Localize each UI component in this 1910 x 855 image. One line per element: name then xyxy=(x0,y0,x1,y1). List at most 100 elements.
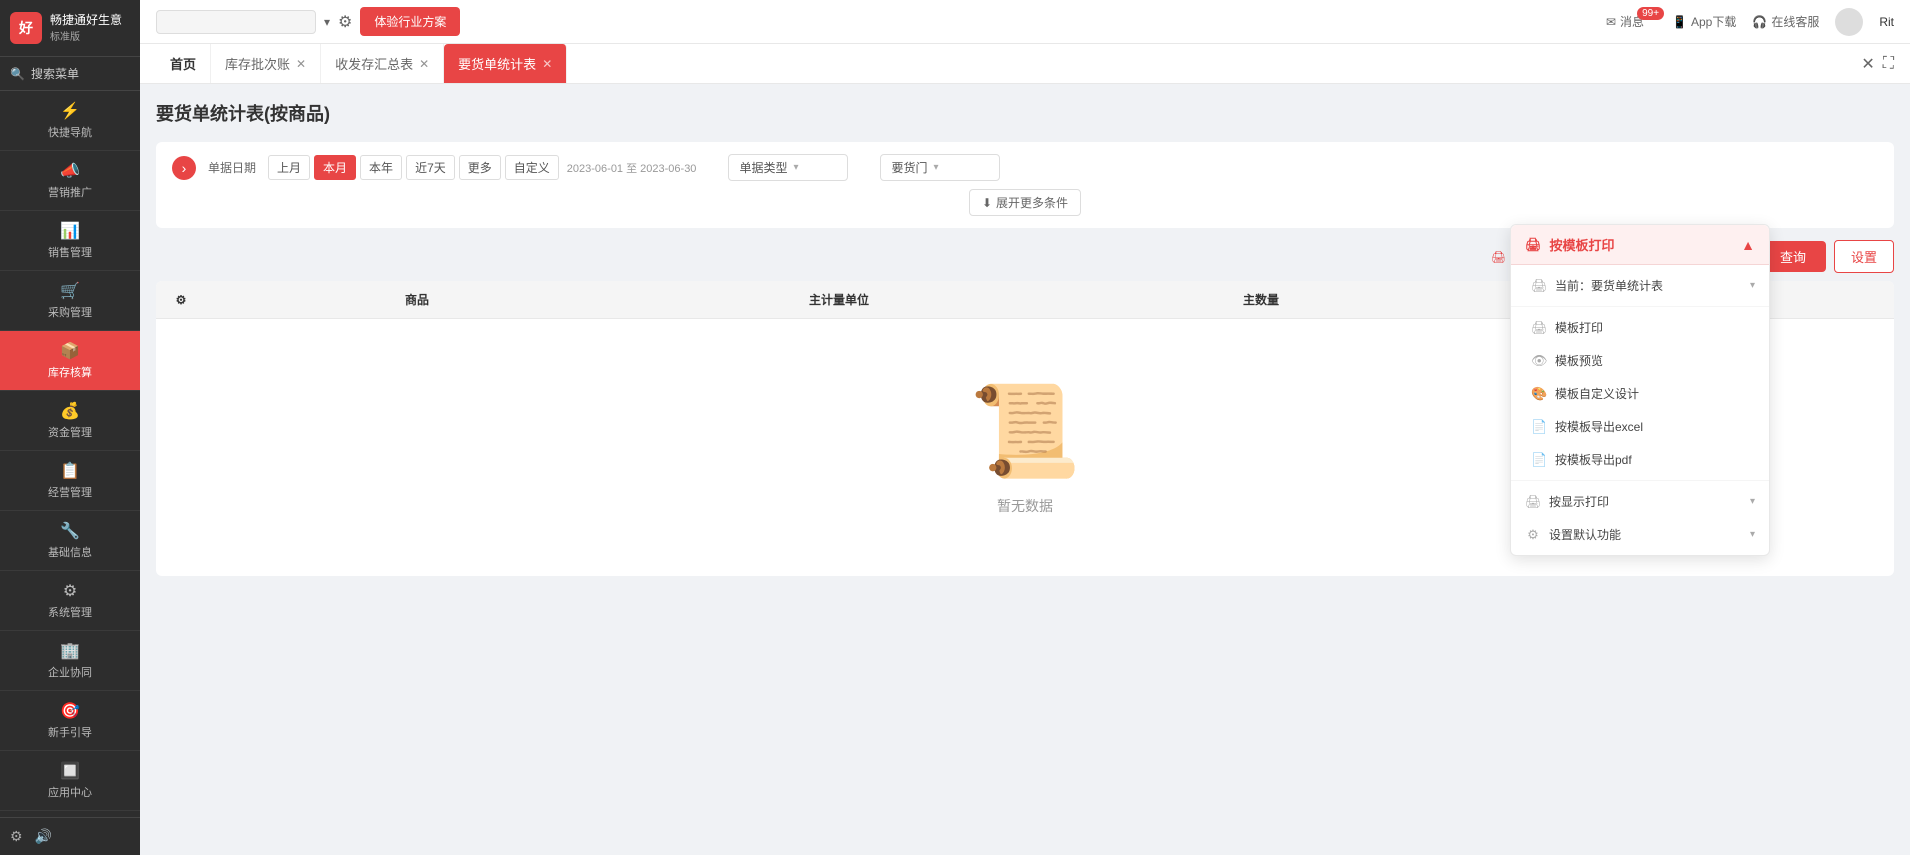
tab-stock-summary[interactable]: 收发存汇总表 ✕ xyxy=(321,44,444,83)
app-download-badge[interactable]: 📱 App下载 xyxy=(1672,13,1736,30)
date-btn-last-month[interactable]: 上月 xyxy=(268,155,310,180)
set-default-label: 设置默认功能 xyxy=(1549,526,1621,543)
phone-icon: 📱 xyxy=(1672,15,1687,29)
sidebar-item-label: 企业协同 xyxy=(48,664,92,680)
settings-btn[interactable]: 设置 xyxy=(1834,240,1894,273)
sidebar-item-purchase[interactable]: 🛒 采购管理 xyxy=(0,271,140,331)
marketing-icon: 📣 xyxy=(60,161,80,181)
export-excel-left: 📄 按模板导出excel xyxy=(1531,418,1643,435)
tab-order-stats[interactable]: 要货单统计表 ✕ xyxy=(444,44,567,83)
sidebar-item-inventory[interactable]: 📦 库存核算 xyxy=(0,331,140,391)
date-filter-label: 单据日期 xyxy=(208,159,256,176)
sidebar-item-apps[interactable]: 🔲 应用中心 xyxy=(0,751,140,811)
search-icon: 🔍 xyxy=(10,67,25,81)
dropdown-current-item[interactable]: 🖨 当前：要货单统计表 ▾ xyxy=(1511,269,1769,302)
headset-icon: 🎧 xyxy=(1752,15,1767,29)
type-filter-select[interactable]: 单据类型 ▾ xyxy=(728,154,848,181)
online-service-badge[interactable]: 🎧 在线客服 xyxy=(1752,13,1819,30)
dropdown-expandable-section: 🖨 按显示打印 ▾ ⚙ 设置默认功能 ▾ xyxy=(1511,481,1769,555)
template-design-label: 模板自定义设计 xyxy=(1555,385,1639,402)
sidebar-item-operations[interactable]: 📋 经营管理 xyxy=(0,451,140,511)
template-print-icon: 🖨 xyxy=(1531,320,1547,336)
user-name: Rit xyxy=(1879,15,1894,29)
sidebar-search[interactable]: 🔍 搜索菜单 xyxy=(0,57,140,91)
current-print-icon: 🖨 xyxy=(1531,278,1547,294)
tab-home[interactable]: 首页 xyxy=(156,44,211,83)
filter-row-date: › 单据日期 上月 本月 本年 近7天 更多 自定义 2023-06-01 至 … xyxy=(172,154,1878,181)
dropdown-item-export-pdf[interactable]: 📄 按模板导出pdf xyxy=(1511,443,1769,476)
empty-icon: 📜 xyxy=(969,379,1081,484)
expand-more-row: ⬇ 展开更多条件 xyxy=(172,189,1878,216)
maximize-window-icon[interactable]: ⛶ xyxy=(1883,55,1894,73)
main-content: ▾ ⚙ 体验行业方案 ✉ 消息 99+ 📱 App下载 🎧 在线客服 Rit xyxy=(140,0,1910,855)
app-download-label: App下载 xyxy=(1691,13,1736,30)
system-icon: ⚙ xyxy=(63,581,77,601)
set-default-left: ⚙ 设置默认功能 xyxy=(1525,526,1621,543)
expand-more-icon: ⬇ xyxy=(982,196,992,210)
avatar[interactable] xyxy=(1835,8,1863,36)
tab-stock-summary-close[interactable]: ✕ xyxy=(419,57,429,71)
dropdown-item-template-print[interactable]: 🖨 模板打印 xyxy=(1511,311,1769,344)
page-content: 要货单统计表(按商品) › 单据日期 上月 本月 本年 近7天 更多 自定义 2… xyxy=(140,84,1910,855)
export-pdf-label: 按模板导出pdf xyxy=(1555,451,1632,468)
filter-expand-btn[interactable]: › xyxy=(172,156,196,180)
expand-more-btn[interactable]: ⬇ 展开更多条件 xyxy=(969,189,1081,216)
enterprise-icon: 🏢 xyxy=(60,641,80,661)
sidebar-item-enterprise[interactable]: 🏢 企业协同 xyxy=(0,631,140,691)
sidebar-item-marketing[interactable]: 📣 营销推广 xyxy=(0,151,140,211)
dropdown-current-label: 当前：要货单统计表 xyxy=(1555,277,1663,294)
search-label: 搜索菜单 xyxy=(31,65,79,82)
sidebar-item-finance[interactable]: 💰 资金管理 xyxy=(0,391,140,451)
dropdown-item-template-preview[interactable]: 👁 模板预览 xyxy=(1511,344,1769,377)
sidebar-item-basic[interactable]: 🔧 基础信息 xyxy=(0,511,140,571)
tab-inventory-batch-label: 库存批次账 xyxy=(225,54,290,73)
sidebar-item-quick-nav[interactable]: ⚡ 快捷导航 xyxy=(0,91,140,151)
dropdown-collapse-icon[interactable]: ▲ xyxy=(1741,237,1755,253)
topbar-dropdown-btn[interactable]: ▾ xyxy=(324,15,330,29)
sidebar-item-guide[interactable]: 🎯 新手引导 xyxy=(0,691,140,751)
sound-icon[interactable]: 🔊 xyxy=(35,828,52,845)
dropdown-item-export-excel[interactable]: 📄 按模板导出excel xyxy=(1511,410,1769,443)
col-settings[interactable]: ⚙ xyxy=(156,293,206,307)
dropdown-header-left: 🖨 按模板打印 xyxy=(1525,235,1615,254)
set-default-chevron: ▾ xyxy=(1750,529,1755,540)
print-icon: 🖨 xyxy=(1491,250,1506,264)
sidebar-item-label: 库存核算 xyxy=(48,364,92,380)
sidebar-item-system[interactable]: ⚙ 系统管理 xyxy=(0,571,140,631)
date-btn-current-year[interactable]: 本年 xyxy=(360,155,402,180)
date-btn-7days[interactable]: 近7天 xyxy=(406,155,455,180)
date-btn-custom[interactable]: 自定义 xyxy=(505,155,559,180)
date-btn-current-month[interactable]: 本月 xyxy=(314,155,356,180)
topbar-search-input[interactable] xyxy=(156,10,316,34)
guide-icon: 🎯 xyxy=(60,701,80,721)
message-count: 99+ xyxy=(1637,7,1664,20)
sidebar-item-sales[interactable]: 📊 销售管理 xyxy=(0,211,140,271)
close-window-icon[interactable]: ✕ xyxy=(1861,54,1874,74)
basic-icon: 🔧 xyxy=(60,521,80,541)
dropdown-set-default[interactable]: ⚙ 设置默认功能 ▾ xyxy=(1511,518,1769,551)
sidebar-nav: ⚡ 快捷导航 📣 营销推广 📊 销售管理 🛒 采购管理 📦 库存核算 💰 资金管… xyxy=(0,91,140,817)
date-btn-more[interactable]: 更多 xyxy=(459,155,501,180)
dropdown-item-template-design[interactable]: 🎨 模板自定义设计 xyxy=(1511,377,1769,410)
set-default-icon: ⚙ xyxy=(1525,527,1541,543)
edition-label: 标准版 xyxy=(50,28,122,43)
tab-inventory-batch[interactable]: 库存批次账 ✕ xyxy=(211,44,321,83)
dropdown-header[interactable]: 🖨 按模板打印 ▲ xyxy=(1511,225,1769,265)
tab-inventory-batch-close[interactable]: ✕ xyxy=(296,57,306,71)
page-title: 要货单统计表(按商品) xyxy=(156,100,1894,126)
settings-bottom-icon[interactable]: ⚙ xyxy=(10,828,23,845)
message-badge[interactable]: ✉ 消息 99+ xyxy=(1606,13,1656,30)
display-print-left: 🖨 按显示打印 xyxy=(1525,493,1609,510)
trial-button[interactable]: 体验行业方案 xyxy=(360,7,460,36)
topbar-gear-icon[interactable]: ⚙ xyxy=(338,12,352,32)
sidebar-item-label: 经营管理 xyxy=(48,484,92,500)
operations-icon: 📋 xyxy=(60,461,80,481)
template-design-icon: 🎨 xyxy=(1531,386,1547,402)
online-service-label: 在线客服 xyxy=(1771,13,1819,30)
sidebar-item-label: 销售管理 xyxy=(48,244,92,260)
date-range-text: 2023-06-01 至 2023-06-30 xyxy=(567,160,697,176)
dropdown-display-print[interactable]: 🖨 按显示打印 ▾ xyxy=(1511,485,1769,518)
goods-filter-select[interactable]: 要货门 ▾ xyxy=(880,154,1000,181)
dropdown-current-section: 🖨 当前：要货单统计表 ▾ xyxy=(1511,265,1769,307)
tab-order-stats-close[interactable]: ✕ xyxy=(542,57,552,71)
